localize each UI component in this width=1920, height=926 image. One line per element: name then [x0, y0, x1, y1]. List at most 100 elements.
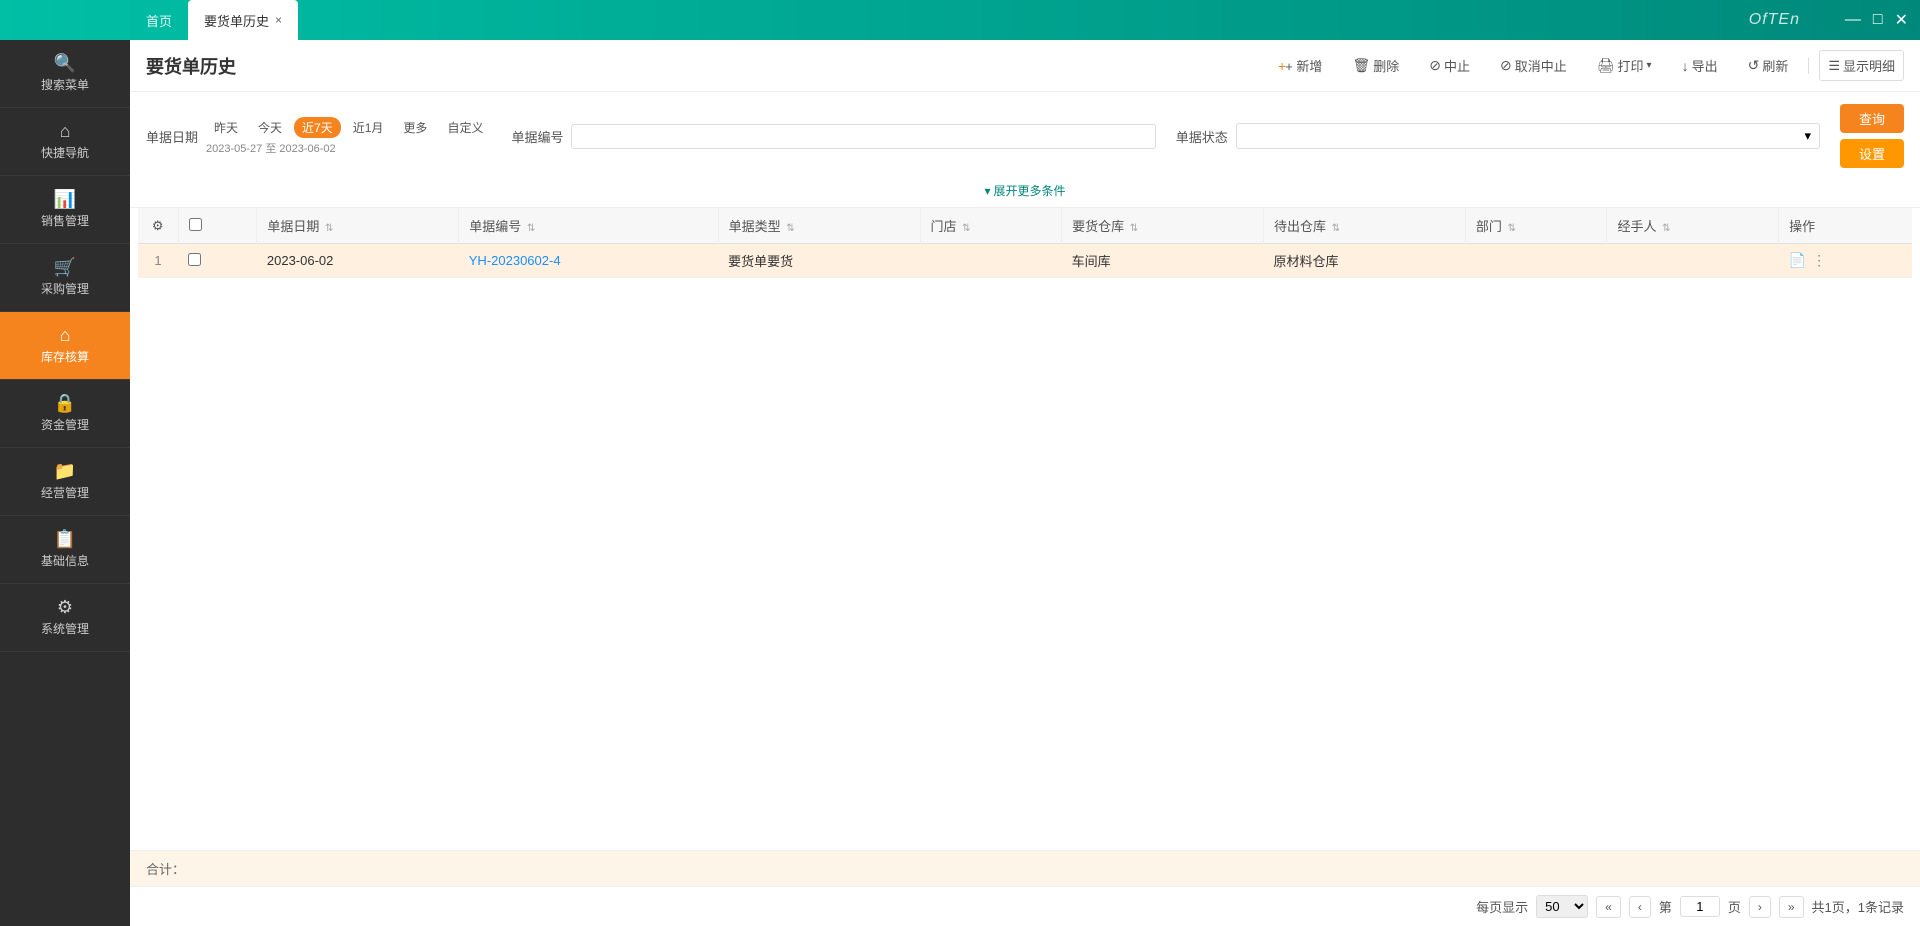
- delete-icon: 🗑: [1352, 57, 1370, 74]
- date-options-wrap: 昨天 今天 近7天 近1月 更多 自定义 2023-05-27 至 2023-0…: [206, 117, 491, 156]
- date-opt-yesterday[interactable]: 昨天: [206, 117, 246, 138]
- date-opt-today[interactable]: 今天: [250, 117, 290, 138]
- sidebar-item-label: 销售管理: [41, 212, 89, 229]
- doc-number-input[interactable]: [571, 124, 1155, 149]
- date-filter-group: 单据日期 昨天 今天 近7天 近1月 更多 自定义 2023-05-27 至 2…: [146, 117, 491, 156]
- brand-label: OfTEn: [1749, 11, 1800, 29]
- prev-page-btn[interactable]: ‹: [1629, 896, 1651, 918]
- purchase-icon: 🛒: [54, 258, 76, 276]
- minimize-btn[interactable]: —: [1845, 11, 1861, 29]
- th-doc-no: 单据编号 ⇅: [459, 208, 718, 244]
- page-input[interactable]: [1680, 896, 1720, 917]
- query-button[interactable]: 查询: [1840, 104, 1904, 133]
- sidebar-item-label: 搜索菜单: [41, 76, 89, 93]
- settings-icon: ⚙: [152, 218, 164, 233]
- store-sort-icon[interactable]: ⇅: [962, 223, 970, 234]
- sidebar-item-sales[interactable]: 📊 销售管理: [0, 176, 130, 244]
- sidebar-item-basic-info[interactable]: 📋 基础信息: [0, 516, 130, 584]
- more-icon[interactable]: ⋮: [1812, 252, 1826, 269]
- search-menu-icon: 🔍: [54, 54, 76, 72]
- last-page-btn[interactable]: »: [1779, 896, 1804, 918]
- tab-home[interactable]: 首页: [130, 0, 188, 40]
- status-select[interactable]: ▾: [1236, 123, 1820, 149]
- display-cell-icon: ☰: [1828, 58, 1840, 74]
- sidebar-item-search[interactable]: 🔍 搜索菜单: [0, 40, 130, 108]
- expand-more-label: 展开更多条件: [994, 182, 1066, 199]
- page-header: 要货单历史 + + 新增 🗑 删除 ⊘ 中止 ⊘ 取消中止: [130, 40, 1920, 92]
- table-wrap: ⚙ 单据日期 ⇅ 单据编号 ⇅: [130, 208, 1920, 850]
- filter-row-1: 单据日期 昨天 今天 近7天 近1月 更多 自定义 2023-05-27 至 2…: [146, 104, 1904, 168]
- row-checkbox[interactable]: [178, 244, 257, 278]
- stop-button[interactable]: ⊘ 中止: [1419, 51, 1480, 80]
- doc-number-label: 单据编号: [511, 127, 563, 146]
- row-doc-no: YH-20230602-4: [459, 244, 718, 278]
- status-filter-group: 单据状态 ▾: [1176, 123, 1820, 149]
- window-controls: — □ ✕: [1845, 10, 1908, 30]
- cancel-stop-button[interactable]: ⊘ 取消中止: [1490, 51, 1577, 80]
- row-req-warehouse: 车间库: [1062, 244, 1264, 278]
- tab-bar: 首页 要货单历史 ×: [130, 0, 298, 40]
- th-settings[interactable]: ⚙: [138, 208, 178, 244]
- refresh-icon: ↺: [1748, 57, 1760, 74]
- per-page-label: 每页显示: [1476, 897, 1528, 916]
- sidebar-item-label: 库存核算: [41, 348, 89, 365]
- settings-button[interactable]: 设置: [1840, 139, 1904, 168]
- sidebar-item-system[interactable]: ⚙ 系统管理: [0, 584, 130, 652]
- export-button[interactable]: ↓ 导出: [1672, 51, 1728, 80]
- expand-more[interactable]: ▾ 展开更多条件: [146, 178, 1904, 207]
- th-req-warehouse: 要货仓库 ⇅: [1062, 208, 1264, 244]
- th-date: 单据日期 ⇅: [257, 208, 459, 244]
- date-opt-7days[interactable]: 近7天: [294, 117, 341, 138]
- handler-sort-icon[interactable]: ⇅: [1662, 223, 1670, 234]
- display-cell-button[interactable]: ☰ 显示明细: [1819, 50, 1904, 81]
- tab-close-icon[interactable]: ×: [275, 13, 282, 27]
- pendwh-sort-icon[interactable]: ⇅: [1332, 223, 1340, 234]
- sales-icon: 📊: [54, 190, 76, 208]
- th-checkbox[interactable]: [178, 208, 257, 244]
- date-opt-more[interactable]: 更多: [395, 117, 435, 138]
- main-layout: 🔍 搜索菜单 ⌂ 快捷导航 📊 销售管理 🛒 采购管理 ⌂ 库存核算 🔒 资金管…: [0, 40, 1920, 926]
- doctype-sort-icon[interactable]: ⇅: [786, 223, 794, 234]
- status-label: 单据状态: [1176, 127, 1228, 146]
- add-button[interactable]: + + 新增: [1268, 51, 1332, 80]
- refresh-button[interactable]: ↺ 刷新: [1738, 51, 1799, 80]
- content-area: 要货单历史 + + 新增 🗑 删除 ⊘ 中止 ⊘ 取消中止: [130, 40, 1920, 926]
- sidebar-item-inventory[interactable]: ⌂ 库存核算: [0, 312, 130, 380]
- next-page-btn[interactable]: ›: [1749, 896, 1771, 918]
- date-opt-1month[interactable]: 近1月: [345, 117, 392, 138]
- first-page-btn[interactable]: «: [1596, 896, 1621, 918]
- th-handler: 经手人 ⇅: [1607, 208, 1779, 244]
- maximize-btn[interactable]: □: [1873, 11, 1883, 29]
- date-opt-custom[interactable]: 自定义: [439, 117, 491, 138]
- print-dropdown-icon: ▾: [1647, 60, 1652, 71]
- date-filter-label: 单据日期: [146, 127, 198, 146]
- sidebar-item-quicknav[interactable]: ⌂ 快捷导航: [0, 108, 130, 176]
- edit-icon[interactable]: 📄: [1789, 252, 1806, 269]
- total-info: 共1页，1条记录: [1812, 897, 1904, 916]
- sidebar-item-operations[interactable]: 📁 经营管理: [0, 448, 130, 516]
- reqwh-sort-icon[interactable]: ⇅: [1130, 223, 1138, 234]
- delete-button[interactable]: 🗑 删除: [1342, 51, 1409, 80]
- sidebar-item-finance[interactable]: 🔒 资金管理: [0, 380, 130, 448]
- req-history-tab-label: 要货单历史: [204, 11, 269, 30]
- row-store: [920, 244, 1062, 278]
- page-title: 要货单历史: [146, 53, 236, 79]
- table-header-row: ⚙ 单据日期 ⇅ 单据编号 ⇅: [138, 208, 1912, 244]
- docno-sort-icon[interactable]: ⇅: [527, 223, 535, 234]
- row-select-checkbox[interactable]: [188, 253, 201, 266]
- per-page-select[interactable]: 50 20 100 200: [1536, 895, 1588, 918]
- date-options: 昨天 今天 近7天 近1月 更多 自定义: [206, 117, 491, 138]
- date-sort-icon[interactable]: ⇅: [325, 223, 333, 234]
- select-all-checkbox[interactable]: [189, 218, 202, 231]
- dept-sort-icon[interactable]: ⇅: [1508, 223, 1516, 234]
- tab-req-history[interactable]: 要货单历史 ×: [188, 0, 298, 40]
- sidebar-item-purchase[interactable]: 🛒 采购管理: [0, 244, 130, 312]
- page-suffix: 页: [1728, 897, 1741, 916]
- row-doc-type: 要货单要货: [718, 244, 920, 278]
- close-btn[interactable]: ✕: [1895, 10, 1908, 30]
- print-button[interactable]: 🖨 打印 ▾: [1587, 51, 1662, 80]
- doc-no-link[interactable]: YH-20230602-4: [469, 253, 561, 268]
- sidebar: 🔍 搜索菜单 ⌂ 快捷导航 📊 销售管理 🛒 采购管理 ⌂ 库存核算 🔒 资金管…: [0, 40, 130, 926]
- stop-icon: ⊘: [1429, 57, 1441, 74]
- system-icon: ⚙: [57, 598, 73, 616]
